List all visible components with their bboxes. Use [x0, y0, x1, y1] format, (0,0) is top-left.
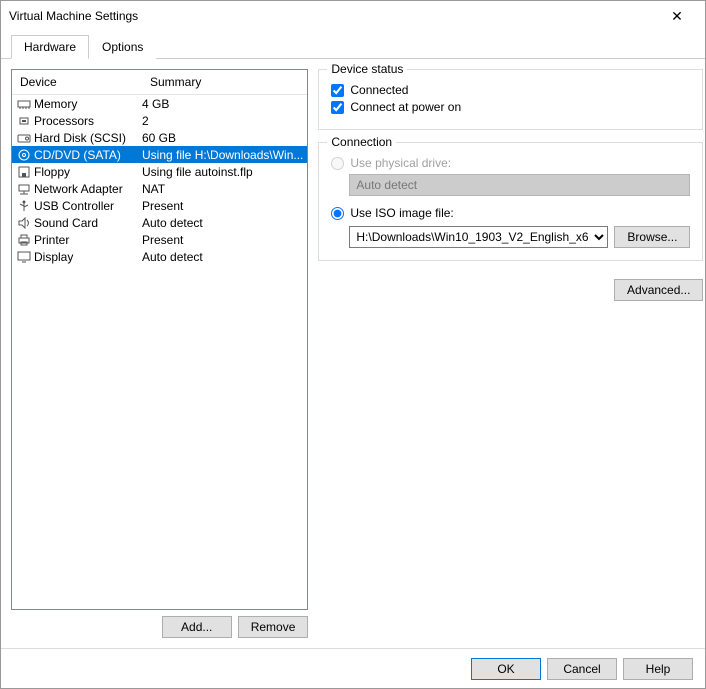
device-name: Hard Disk (SCSI)	[34, 131, 142, 145]
iso-radio[interactable]	[331, 207, 344, 220]
right-panel: Device status Connected Connect at power…	[318, 69, 703, 638]
device-list: Device Summary Memory4 GBProcessors2Hard…	[11, 69, 308, 610]
tab-options[interactable]: Options	[89, 35, 156, 59]
device-name: Display	[34, 250, 142, 264]
physical-drive-value: Auto detect	[356, 178, 417, 192]
device-row-display[interactable]: DisplayAuto detect	[12, 248, 307, 265]
device-summary: 2	[142, 114, 307, 128]
device-row-disk[interactable]: Hard Disk (SCSI)60 GB	[12, 129, 307, 146]
physical-drive-row: Use physical drive:	[331, 156, 690, 170]
usb-icon	[16, 199, 32, 213]
window-title: Virtual Machine Settings	[9, 9, 657, 23]
device-row-printer[interactable]: PrinterPresent	[12, 231, 307, 248]
device-row-usb[interactable]: USB ControllerPresent	[12, 197, 307, 214]
tab-strip: Hardware Options	[1, 31, 705, 59]
device-summary: 60 GB	[142, 131, 307, 145]
physical-drive-label: Use physical drive:	[350, 156, 451, 170]
device-name: Floppy	[34, 165, 142, 179]
browse-button[interactable]: Browse...	[614, 226, 690, 248]
memory-icon	[16, 97, 32, 111]
device-summary: Using file H:\Downloads\Win...	[142, 148, 307, 162]
cd-icon	[16, 148, 32, 162]
cpu-icon	[16, 114, 32, 128]
advanced-button[interactable]: Advanced...	[614, 279, 703, 301]
device-status-title: Device status	[327, 62, 407, 76]
list-body: Memory4 GBProcessors2Hard Disk (SCSI)60 …	[12, 95, 307, 609]
device-summary: 4 GB	[142, 97, 307, 111]
left-buttons: Add... Remove	[11, 616, 308, 638]
col-header-device[interactable]: Device	[12, 70, 142, 94]
device-row-cd[interactable]: CD/DVD (SATA)Using file H:\Downloads\Win…	[12, 146, 307, 163]
device-row-sound[interactable]: Sound CardAuto detect	[12, 214, 307, 231]
physical-drive-select: Auto detect	[349, 174, 690, 196]
device-name: Network Adapter	[34, 182, 142, 196]
printer-icon	[16, 233, 32, 247]
device-name: Memory	[34, 97, 142, 111]
connection-group: Connection Use physical drive: Auto dete…	[318, 142, 703, 261]
floppy-icon	[16, 165, 32, 179]
device-row-cpu[interactable]: Processors2	[12, 112, 307, 129]
display-icon	[16, 250, 32, 264]
device-summary: Using file autoinst.flp	[142, 165, 307, 179]
device-name: USB Controller	[34, 199, 142, 213]
settings-window: Virtual Machine Settings ✕ Hardware Opti…	[0, 0, 706, 689]
help-button[interactable]: Help	[623, 658, 693, 680]
device-row-net[interactable]: Network AdapterNAT	[12, 180, 307, 197]
cancel-button[interactable]: Cancel	[547, 658, 617, 680]
tab-hardware[interactable]: Hardware	[11, 35, 89, 59]
add-button[interactable]: Add...	[162, 616, 232, 638]
device-row-memory[interactable]: Memory4 GB	[12, 95, 307, 112]
list-header: Device Summary	[12, 70, 307, 95]
device-summary: NAT	[142, 182, 307, 196]
poweron-checkbox[interactable]	[331, 101, 344, 114]
device-name: Sound Card	[34, 216, 142, 230]
advanced-row: Advanced...	[318, 279, 703, 301]
device-row-floppy[interactable]: FloppyUsing file autoinst.flp	[12, 163, 307, 180]
iso-label: Use ISO image file:	[350, 206, 453, 220]
remove-button[interactable]: Remove	[238, 616, 309, 638]
titlebar: Virtual Machine Settings ✕	[1, 1, 705, 31]
iso-row: H:\Downloads\Win10_1903_V2_English_x6 Br…	[349, 226, 690, 248]
device-summary: Present	[142, 233, 307, 247]
iso-path-select[interactable]: H:\Downloads\Win10_1903_V2_English_x6	[349, 226, 608, 248]
device-summary: Auto detect	[142, 250, 307, 264]
device-status-group: Device status Connected Connect at power…	[318, 69, 703, 130]
connected-label: Connected	[350, 83, 408, 97]
device-name: CD/DVD (SATA)	[34, 148, 142, 162]
poweron-label: Connect at power on	[350, 100, 461, 114]
connected-row: Connected	[331, 83, 690, 97]
disk-icon	[16, 131, 32, 145]
poweron-row: Connect at power on	[331, 100, 690, 114]
connection-title: Connection	[327, 135, 396, 149]
bottom-bar: OK Cancel Help	[1, 648, 705, 688]
device-summary: Present	[142, 199, 307, 213]
device-summary: Auto detect	[142, 216, 307, 230]
device-name: Processors	[34, 114, 142, 128]
ok-button[interactable]: OK	[471, 658, 541, 680]
col-header-summary[interactable]: Summary	[142, 70, 307, 94]
device-name: Printer	[34, 233, 142, 247]
iso-row-label: Use ISO image file:	[331, 206, 690, 220]
net-icon	[16, 182, 32, 196]
sound-icon	[16, 216, 32, 230]
close-icon[interactable]: ✕	[657, 8, 697, 25]
connected-checkbox[interactable]	[331, 84, 344, 97]
left-panel: Device Summary Memory4 GBProcessors2Hard…	[11, 69, 308, 638]
content-area: Device Summary Memory4 GBProcessors2Hard…	[1, 59, 705, 648]
physical-drive-radio[interactable]	[331, 157, 344, 170]
